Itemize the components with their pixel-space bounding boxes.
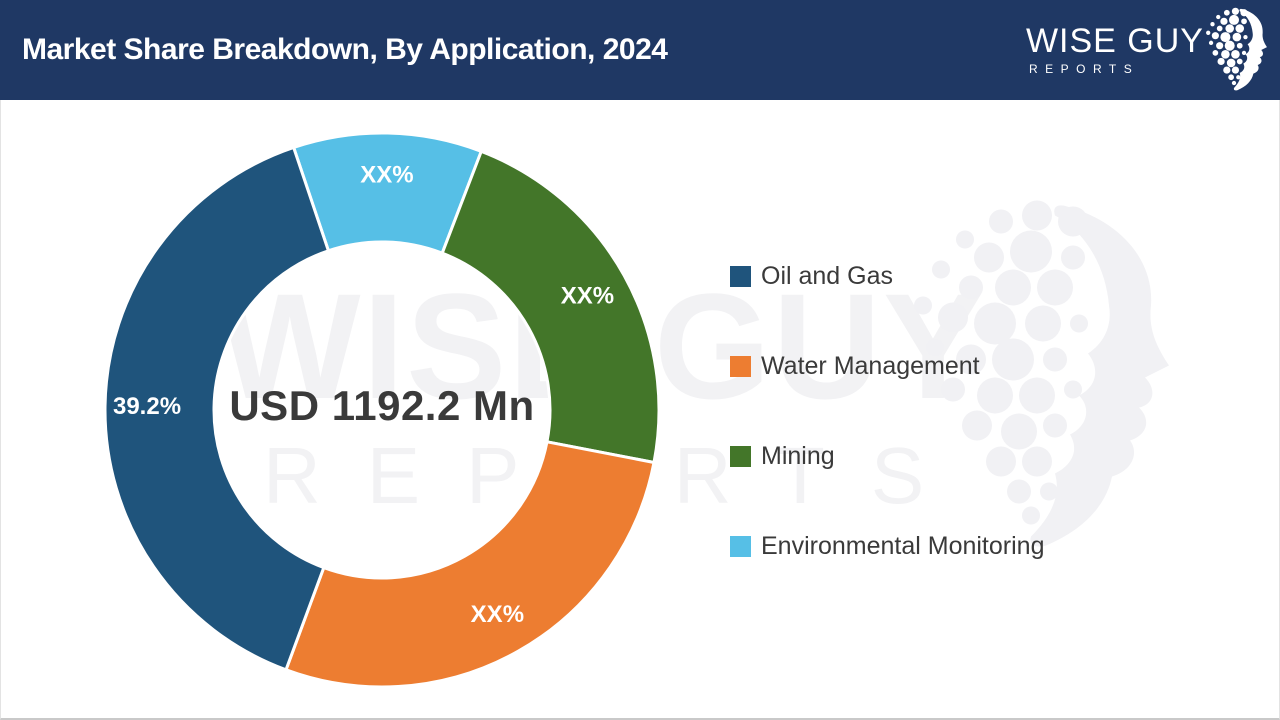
legend-label-oil-and-gas: Oil and Gas	[761, 261, 894, 290]
legend-swatch-oil-and-gas	[730, 265, 751, 287]
legend-item-water-management: Water Management	[730, 353, 1044, 379]
legend: Oil and Gas Water Management Mining Environ…	[730, 263, 1044, 559]
slice-label-oil-and-gas: 39.2%	[113, 393, 181, 420]
legend-item-oil-and-gas: Oil and Gas	[730, 263, 1044, 289]
slice-label-mining: XX%	[561, 282, 614, 309]
legend-swatch-water-management	[730, 355, 751, 377]
chart-area: WISE GUY REPORTS XX%XX%XX%39.2% USD 1192…	[0, 100, 1280, 720]
legend-item-mining: Mining	[730, 443, 1044, 469]
logo-text: WISE GUY REPORTS	[1026, 24, 1204, 76]
slice-water-management	[284, 440, 656, 689]
header-bar: Market Share Breakdown, By Application, …	[0, 0, 1280, 100]
legend-label-environmental-monitoring: Environmental Monitoring	[761, 531, 1045, 560]
legend-item-environmental-monitoring: Environmental Monitoring	[730, 533, 1044, 559]
page-title: Market Share Breakdown, By Application, …	[22, 33, 668, 66]
wise-guy-logo: WISE GUY REPORTS	[1026, 7, 1270, 93]
legend-label-mining: Mining	[761, 441, 835, 470]
legend-label-water-management: Water Management	[761, 351, 980, 380]
logo-wordmark: WISE GUY	[1025, 22, 1204, 60]
slice-label-water-management: XX%	[471, 601, 524, 628]
logo-subtitle: REPORTS	[1028, 62, 1140, 76]
legend-swatch-mining	[730, 445, 751, 467]
donut-center-value: USD 1192.2 Mn	[229, 382, 535, 429]
logo-head-icon	[1198, 7, 1270, 93]
legend-swatch-environmental-monitoring	[730, 535, 751, 557]
slice-label-environmental-monitoring: XX%	[360, 162, 413, 189]
